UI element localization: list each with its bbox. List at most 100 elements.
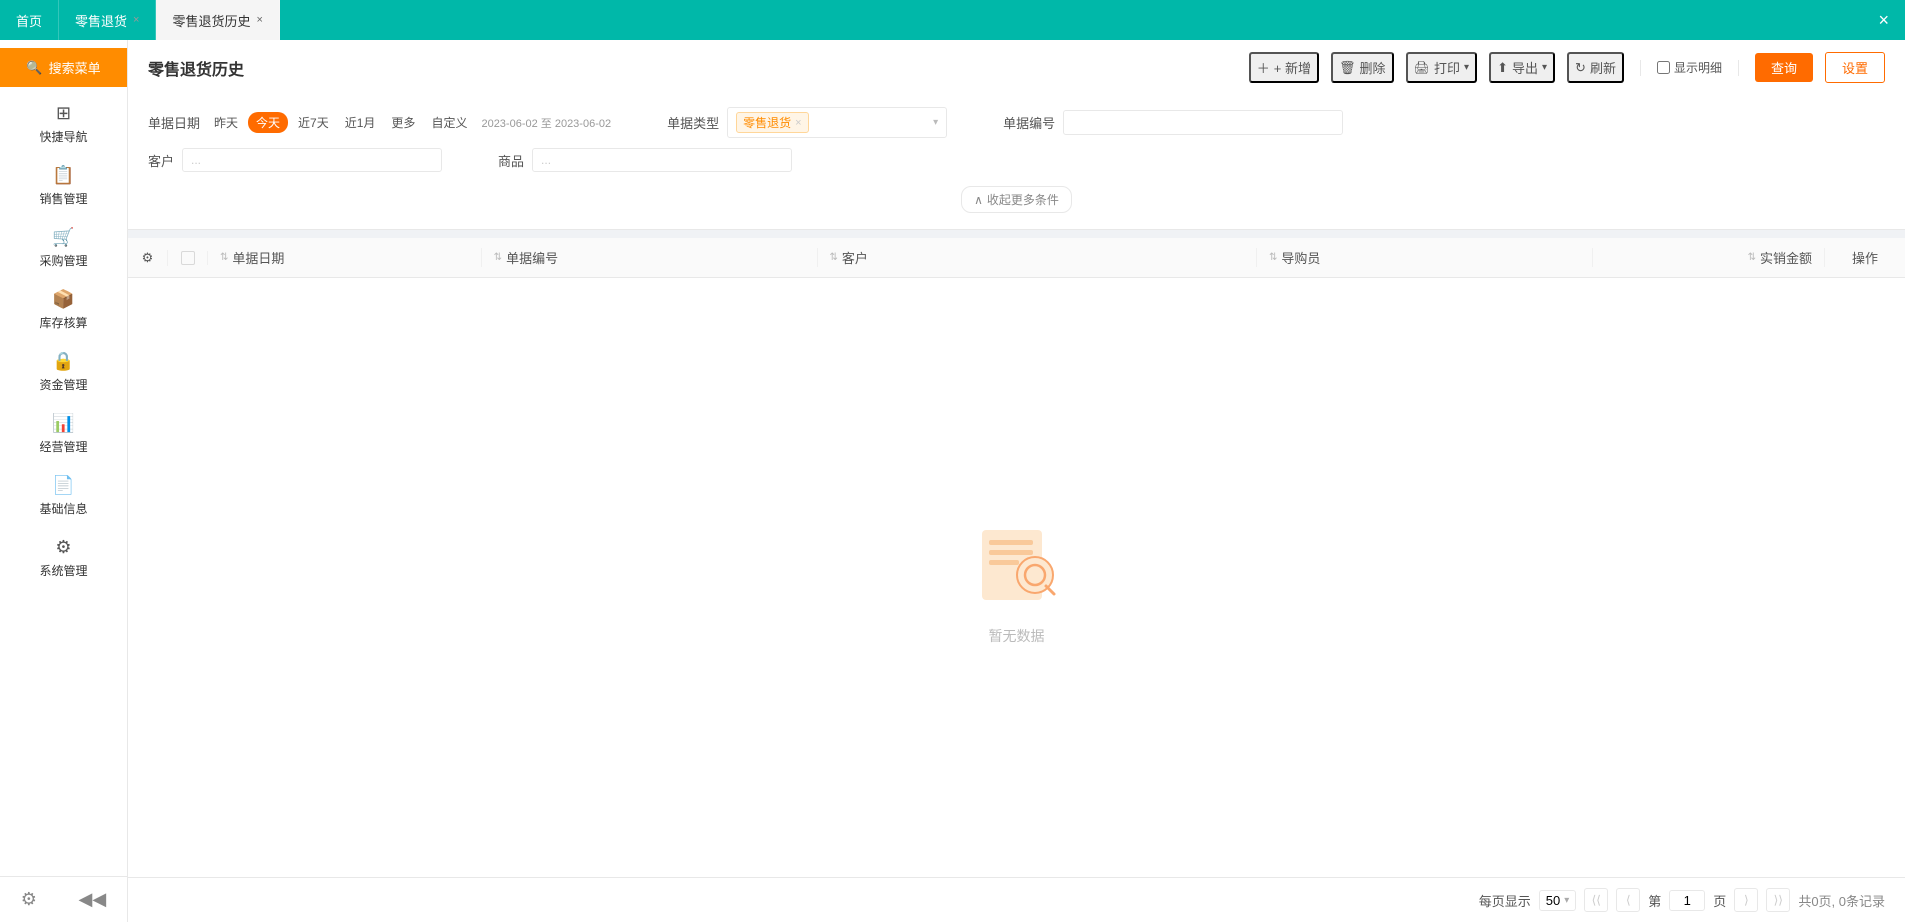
collapse-label: 收起更多条件 [987,191,1059,208]
th-no: ⇅ 单据编号 [482,248,818,267]
date-btn-7days[interactable]: 近7天 [292,112,335,133]
goods-filter-label: 商品 [498,151,524,170]
toolbar: ＋ + 新增 🗑 删除 🖨 打印 ▾ ⬆ 导出 [1249,52,1885,83]
page-header: 零售退货历史 ＋ + 新增 🗑 删除 🖨 打印 ▾ [128,40,1905,230]
sidebar-search[interactable]: 🔍 搜索菜单 [0,48,127,87]
th-checkbox[interactable] [168,251,208,265]
tab-retail-return-history[interactable]: 零售退货历史 × [156,0,279,40]
date-btn-yesterday[interactable]: 昨天 [208,112,244,133]
th-settings[interactable]: ⚙ [128,250,168,266]
sidebar-item-inventory-label: 库存核算 [39,314,87,331]
date-btn-1month[interactable]: 近1月 [339,112,382,133]
th-customer-label: 客户 [842,248,868,267]
type-tag-remove[interactable]: × [795,117,801,129]
topbar-tabs: 首页 零售退货 × 零售退货历史 × [0,0,1862,40]
sidebar-item-quick-nav[interactable]: ⊞ 快捷导航 [0,91,127,153]
refresh-icon: ↻ [1575,60,1586,76]
goods-filter-select[interactable]: ... [532,148,792,172]
page-prev-button[interactable]: ⟨ [1616,888,1640,912]
tab-retail-return-close[interactable]: × [133,14,139,26]
show-detail-text: 显示明细 [1674,59,1722,76]
finance-icon: 🔒 [52,351,74,372]
new-icon: ＋ [1257,58,1270,77]
toolbar-divider-2 [1738,60,1739,76]
sort-amount-icon[interactable]: ⇅ [1748,252,1756,263]
settings-bottom-icon[interactable]: ⚙ [21,889,37,910]
select-all-checkbox[interactable] [181,251,195,265]
sidebar-item-sales-mgmt-label: 销售管理 [39,190,87,207]
th-action: 操作 [1825,248,1905,267]
per-page-select[interactable]: 50 ▾ [1539,890,1577,911]
tab-retail-return-history-close[interactable]: × [256,14,262,26]
sidebar-item-basic-info-label: 基础信息 [39,500,87,517]
tab-retail-return[interactable]: 零售退货 × [59,0,156,40]
page-input[interactable] [1669,890,1705,911]
new-button[interactable]: ＋ + 新增 [1249,52,1319,83]
th-guide-label: 导购员 [1281,248,1320,267]
date-filter: 昨天 今天 近7天 近1月 更多 自定义 [208,112,473,133]
delete-icon: 🗑 [1339,60,1356,76]
new-label: + 新增 [1274,58,1311,77]
delete-button[interactable]: 🗑 删除 [1331,52,1394,83]
refresh-button[interactable]: ↻ 刷新 [1567,52,1624,83]
print-label: 打印 [1434,58,1460,77]
sidebar-item-purchase-mgmt-label: 采购管理 [39,252,87,269]
export-icon: ⬆ [1497,60,1508,76]
sort-no-icon[interactable]: ⇅ [494,252,502,263]
sidebar-item-inventory[interactable]: 📦 库存核算 [0,277,127,339]
filter-row-1: 单据日期 昨天 今天 近7天 近1月 更多 自定义 2023-06-02 至 2… [148,107,1885,138]
type-tag-text: 零售退货 [743,114,791,131]
settings-button[interactable]: 设置 [1825,52,1885,83]
page-last-button[interactable]: ⟩⟩ [1766,888,1790,912]
sort-customer-icon[interactable]: ⇅ [830,252,838,263]
number-filter-input[interactable] [1063,110,1343,135]
filter-area: 单据日期 昨天 今天 近7天 近1月 更多 自定义 2023-06-02 至 2… [148,95,1885,229]
sales-mgmt-icon: 📋 [52,165,74,186]
sidebar-item-purchase-mgmt[interactable]: 🛒 采购管理 [0,215,127,277]
th-customer: ⇅ 客户 [818,248,1257,267]
goods-filter-item: 商品 ... [498,148,792,172]
query-button[interactable]: 查询 [1755,53,1813,82]
page-first-button[interactable]: ⟨⟨ [1584,888,1608,912]
topbar-close-button[interactable]: × [1862,10,1905,31]
date-btn-today[interactable]: 今天 [248,112,288,133]
collapse-button[interactable]: ∧ 收起更多条件 [961,186,1072,213]
customer-placeholder: ... [191,153,201,167]
settings-label: 设置 [1842,61,1868,76]
show-detail-label[interactable]: 显示明细 [1657,59,1722,76]
sidebar-item-basic-info[interactable]: 📄 基础信息 [0,463,127,525]
sidebar-item-sales-mgmt[interactable]: 📋 销售管理 [0,153,127,215]
export-button[interactable]: ⬆ 导出 ▾ [1489,52,1555,83]
print-icon: 🖨 [1414,60,1431,76]
date-btn-custom[interactable]: 自定义 [425,112,473,133]
page-label: 第 [1648,891,1661,910]
tab-home[interactable]: 首页 [0,0,59,40]
page-next-button[interactable]: ⟩ [1734,888,1758,912]
show-detail-checkbox[interactable] [1657,61,1670,74]
sort-date-icon[interactable]: ⇅ [220,252,228,263]
per-page-value: 50 [1546,893,1560,908]
table-container: ⚙ ⇅ 单据日期 ⇅ 单据编号 ⇅ 客户 ⇅ [128,238,1905,922]
sidebar-item-system[interactable]: ⚙ 系统管理 [0,525,127,587]
refresh-label: 刷新 [1590,58,1616,77]
date-btn-more[interactable]: 更多 [385,112,421,133]
sidebar-item-operation[interactable]: 📊 经营管理 [0,401,127,463]
type-filter-label: 单据类型 [667,113,719,132]
sidebar-item-quick-nav-label: 快捷导航 [39,128,87,145]
th-action-label: 操作 [1852,248,1878,267]
sidebar-item-operation-label: 经营管理 [39,438,87,455]
collapse-row: ∧ 收起更多条件 [148,182,1885,217]
goods-placeholder: ... [541,153,551,167]
print-button[interactable]: 🖨 打印 ▾ [1406,52,1478,83]
tab-retail-return-history-label: 零售退货历史 [172,11,250,30]
quick-nav-icon: ⊞ [56,103,71,124]
sidebar-item-finance[interactable]: 🔒 资金管理 [0,339,127,401]
customer-filter-select[interactable]: ... [182,148,442,172]
volume-bottom-icon[interactable]: ◀◀ [79,889,107,910]
type-filter-select[interactable]: 零售退货 × ▾ [727,107,947,138]
main-layout: 🔍 搜索菜单 ⊞ 快捷导航 📋 销售管理 🛒 采购管理 📦 库存核算 🔒 资金管… [0,40,1905,922]
filter-row-2: 客户 ... 商品 ... [148,148,1885,172]
type-tag: 零售退货 × [736,112,808,133]
sort-guide-icon[interactable]: ⇅ [1269,252,1277,263]
tab-home-label: 首页 [16,11,42,30]
